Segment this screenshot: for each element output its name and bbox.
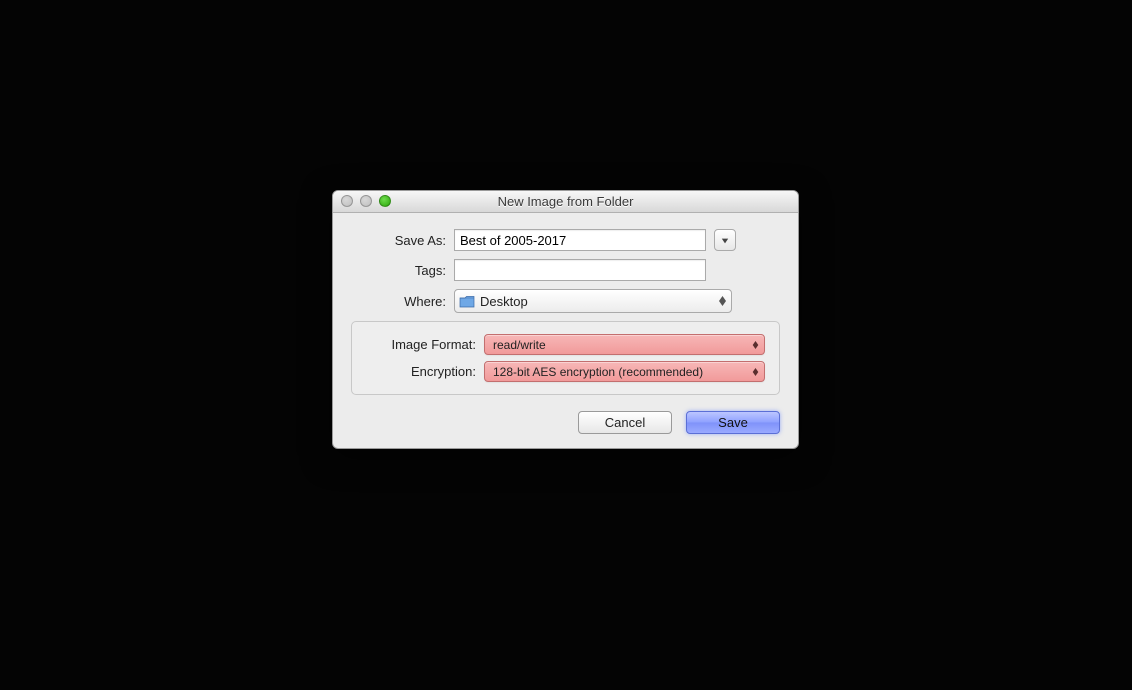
encryption-row: Encryption: 128-bit AES encryption (reco…: [366, 361, 765, 382]
save-button-label: Save: [718, 415, 748, 430]
updown-stepper-icon: [715, 292, 729, 310]
image-format-select[interactable]: read/write: [484, 334, 765, 355]
window-title: New Image from Folder: [498, 194, 634, 209]
expand-save-panel-button[interactable]: [714, 229, 736, 251]
encryption-select[interactable]: 128-bit AES encryption (recommended): [484, 361, 765, 382]
save-as-input[interactable]: [454, 229, 706, 251]
tags-label: Tags:: [351, 263, 454, 278]
image-options-section: Image Format: read/write Encryption: 128…: [351, 321, 780, 395]
image-format-value: read/write: [493, 338, 546, 352]
dialog-footer: Cancel Save: [351, 411, 780, 434]
chevron-down-icon: [721, 233, 729, 248]
where-row: Where: Desktop: [351, 289, 780, 313]
close-window-button[interactable]: [341, 195, 353, 207]
titlebar[interactable]: New Image from Folder: [333, 191, 798, 213]
minimize-window-button[interactable]: [360, 195, 372, 207]
image-format-row: Image Format: read/write: [366, 334, 765, 355]
save-as-label: Save As:: [351, 233, 454, 248]
cancel-button[interactable]: Cancel: [578, 411, 672, 434]
encryption-label: Encryption:: [366, 364, 484, 379]
where-location-value: Desktop: [480, 294, 528, 309]
window-controls: [341, 195, 391, 207]
where-label: Where:: [351, 294, 454, 309]
zoom-window-button[interactable]: [379, 195, 391, 207]
dialog-body: Save As: Tags: Where: Deskto: [333, 213, 798, 448]
save-button[interactable]: Save: [686, 411, 780, 434]
folder-icon: [459, 295, 475, 308]
encryption-value: 128-bit AES encryption (recommended): [493, 365, 703, 379]
tags-input[interactable]: [454, 259, 706, 281]
tags-row: Tags:: [351, 259, 780, 281]
updown-stepper-icon: [749, 336, 761, 353]
image-format-label: Image Format:: [366, 337, 484, 352]
updown-stepper-icon: [749, 363, 761, 380]
save-as-row: Save As:: [351, 229, 780, 251]
where-location-select[interactable]: Desktop: [454, 289, 732, 313]
save-dialog-window: New Image from Folder Save As: Tags: Whe…: [332, 190, 799, 449]
cancel-button-label: Cancel: [605, 415, 645, 430]
